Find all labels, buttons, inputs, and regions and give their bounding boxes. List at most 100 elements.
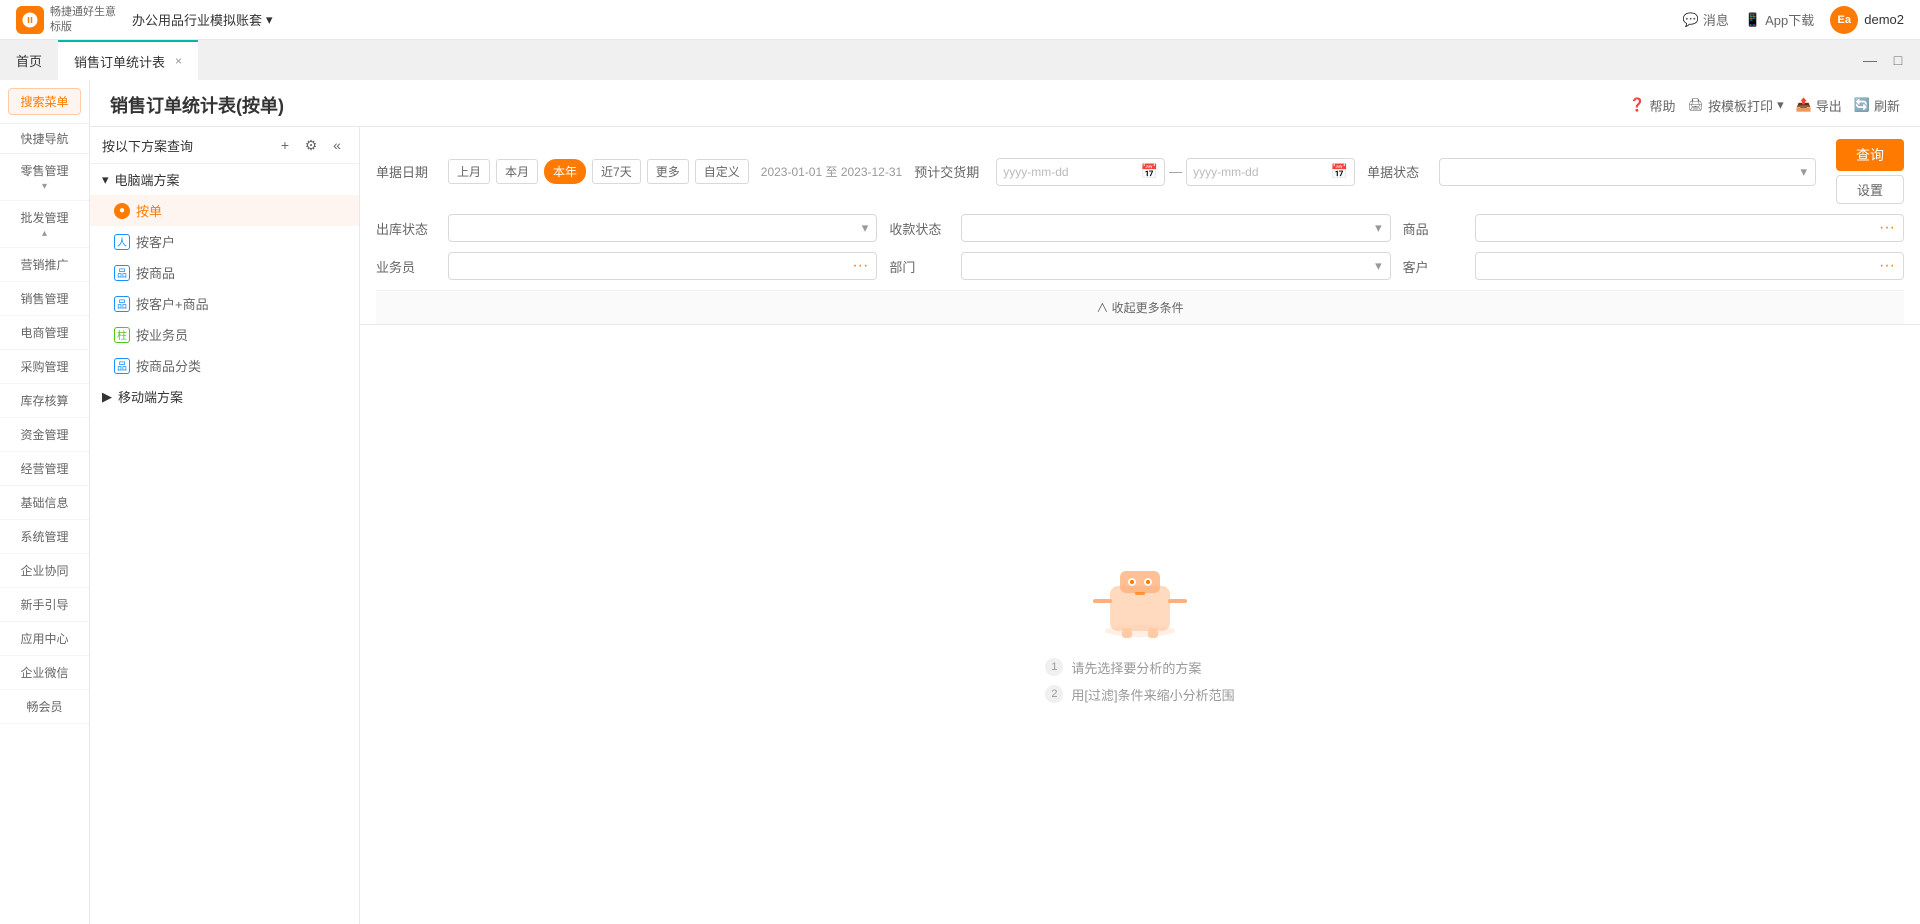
predicted-date-label: 预计交货期 bbox=[914, 162, 984, 181]
sidebar-item-newbie[interactable]: 新手引导 bbox=[0, 588, 89, 622]
download-icon: 📱 bbox=[1745, 12, 1761, 28]
predicted-date-start[interactable]: yyyy-mm-dd 📅 bbox=[996, 158, 1165, 186]
scheme-item-by-goods[interactable]: 品 按商品 bbox=[90, 257, 359, 288]
scheme-panel-title: 按以下方案查询 bbox=[102, 136, 193, 155]
status-select[interactable]: ▾ bbox=[1439, 158, 1816, 186]
filter-layout: 按以下方案查询 + ⚙ « ▾ 电脑端方案 ● 按单 bbox=[90, 127, 1920, 924]
salesman-input[interactable]: ··· bbox=[448, 252, 877, 280]
date-btn-7days[interactable]: 近7天 bbox=[592, 159, 641, 184]
settings-button[interactable]: 设置 bbox=[1836, 175, 1904, 204]
scheme-icon-goods: 品 bbox=[114, 265, 130, 281]
scheme-item-by-goods-category[interactable]: 品 按商品分类 bbox=[90, 350, 359, 381]
date-btn-custom[interactable]: 自定义 bbox=[695, 159, 749, 184]
print-button[interactable]: 🖨 按模板打印 ▾ bbox=[1688, 96, 1784, 115]
logo-icon bbox=[16, 6, 44, 34]
delivery-label: 出库状态 bbox=[376, 219, 436, 238]
delivery-select[interactable]: ▾ bbox=[448, 214, 877, 242]
scheme-add-button[interactable]: + bbox=[275, 135, 295, 155]
customer-more-icon[interactable]: ··· bbox=[1879, 257, 1895, 275]
avatar: Ea bbox=[1830, 6, 1858, 34]
tab-home[interactable]: 首页 bbox=[0, 40, 58, 80]
scheme-item-by-salesman[interactable]: 柱 按业务员 bbox=[90, 319, 359, 350]
predicted-date-group: yyyy-mm-dd 📅 — yyyy-mm-dd 📅 bbox=[996, 158, 1355, 186]
sidebar-item-member[interactable]: 畅会员 bbox=[0, 690, 89, 724]
tab-minimize-button[interactable]: — bbox=[1860, 50, 1880, 70]
filter-row-3: 业务员 ··· 部门 ▾ 客户 ··· bbox=[376, 252, 1904, 280]
sidebar-item-basic-info[interactable]: 基础信息 bbox=[0, 486, 89, 520]
more-icon[interactable]: ··· bbox=[1879, 219, 1895, 237]
date-btn-more[interactable]: 更多 bbox=[647, 159, 689, 184]
scheme-collapse-button[interactable]: « bbox=[327, 135, 347, 155]
scheme-category-mobile-title[interactable]: ▶ 移动端方案 bbox=[90, 381, 359, 412]
date-btn-this-month[interactable]: 本月 bbox=[496, 159, 538, 184]
scheme-settings-button[interactable]: ⚙ bbox=[301, 135, 321, 155]
scheme-category-pc-title[interactable]: ▾ 电脑端方案 bbox=[90, 164, 359, 195]
sidebar-item-wechat[interactable]: 企业微信 bbox=[0, 656, 89, 690]
export-icon: 📤 bbox=[1796, 97, 1812, 113]
search-menu-button[interactable]: 搜索菜单 bbox=[8, 88, 81, 115]
tab-maximize-button[interactable]: □ bbox=[1888, 50, 1908, 70]
sidebar-item-finance[interactable]: 资金管理 bbox=[0, 418, 89, 452]
date-btn-this-year[interactable]: 本年 bbox=[544, 159, 586, 184]
search-button[interactable]: 查询 bbox=[1836, 139, 1904, 171]
tab-close-icon[interactable]: × bbox=[175, 54, 182, 68]
scheme-item-by-customer[interactable]: 人 按客户 bbox=[90, 226, 359, 257]
empty-tip-2: 2 用[过滤]条件来缩小分析范围 bbox=[1045, 685, 1234, 704]
user-profile[interactable]: Ea demo2 bbox=[1830, 6, 1904, 34]
logo-text: 畅捷通好生意 标版 bbox=[50, 5, 116, 34]
chevron-down-icon: ▾ bbox=[42, 181, 47, 192]
export-button[interactable]: 📤 导出 bbox=[1796, 96, 1842, 115]
logo-area: 畅捷通好生意 标版 bbox=[16, 5, 116, 34]
sidebar-item-wholesale[interactable]: 批发管理 ▴ bbox=[0, 201, 89, 248]
sidebar-item-app-center[interactable]: 应用中心 bbox=[0, 622, 89, 656]
predicted-date-end[interactable]: yyyy-mm-dd 📅 bbox=[1186, 158, 1355, 186]
message-button[interactable]: 💬 消息 bbox=[1683, 10, 1729, 29]
sidebar-search-area: 搜索菜单 bbox=[0, 80, 89, 124]
scheme-panel-actions: + ⚙ « bbox=[275, 135, 347, 155]
account-dropdown[interactable]: 办公用品行业模拟账套 ▾ bbox=[124, 6, 281, 33]
scheme-icon-salesman: 柱 bbox=[114, 327, 130, 343]
collapse-button[interactable]: ∧ 收起更多条件 bbox=[376, 290, 1904, 324]
empty-tip-1: 1 请先选择要分析的方案 bbox=[1045, 658, 1234, 677]
sidebar-item-purchase[interactable]: 采购管理 bbox=[0, 350, 89, 384]
scheme-panel: 按以下方案查询 + ⚙ « ▾ 电脑端方案 ● 按单 bbox=[90, 127, 360, 924]
sidebar-item-ecommerce[interactable]: 电商管理 bbox=[0, 316, 89, 350]
salesman-more-icon[interactable]: ··· bbox=[852, 257, 868, 275]
scheme-panel-header: 按以下方案查询 + ⚙ « bbox=[90, 127, 359, 164]
sidebar-item-cooperation[interactable]: 企业协同 bbox=[0, 554, 89, 588]
chevron-down-icon: ▾ bbox=[1777, 97, 1784, 113]
help-icon: ❓ bbox=[1629, 97, 1645, 113]
sidebar-item-operations[interactable]: 经营管理 bbox=[0, 452, 89, 486]
calendar-icon: 📅 bbox=[1141, 163, 1158, 180]
sidebar-item-marketing[interactable]: 营销推广 bbox=[0, 248, 89, 282]
date-label: 单据日期 bbox=[376, 162, 436, 181]
filter-area: 单据日期 上月 本月 本年 近7天 更多 自定义 2023-01-01 至 20… bbox=[360, 127, 1920, 325]
tab-bar: 首页 销售订单统计表 × — □ bbox=[0, 40, 1920, 80]
payment-select[interactable]: ▾ bbox=[961, 214, 1390, 242]
scheme-item-by-order[interactable]: ● 按单 bbox=[90, 195, 359, 226]
tab-sales-order[interactable]: 销售订单统计表 × bbox=[58, 40, 198, 80]
scheme-item-by-customer-goods[interactable]: 品 按客户+商品 bbox=[90, 288, 359, 319]
app-download-button[interactable]: 📱 App下载 bbox=[1745, 10, 1814, 29]
chevron-up-icon: ▴ bbox=[42, 228, 47, 239]
help-button[interactable]: ❓ 帮助 bbox=[1629, 96, 1675, 115]
page-title: 销售订单统计表(按单) bbox=[110, 92, 284, 118]
content-area: 销售订单统计表(按单) ❓ 帮助 🖨 按模板打印 ▾ 📤 导出 🔄 刷新 bbox=[90, 80, 1920, 924]
page-header-actions: ❓ 帮助 🖨 按模板打印 ▾ 📤 导出 🔄 刷新 bbox=[1629, 96, 1900, 115]
refresh-button[interactable]: 🔄 刷新 bbox=[1854, 96, 1900, 115]
customer-input[interactable]: ··· bbox=[1475, 252, 1904, 280]
dept-select[interactable]: ▾ bbox=[961, 252, 1390, 280]
date-btn-last-month[interactable]: 上月 bbox=[448, 159, 490, 184]
chevron-down-icon: ▾ bbox=[1800, 164, 1807, 180]
goods-input[interactable]: ··· bbox=[1475, 214, 1904, 242]
status-label: 单据状态 bbox=[1367, 162, 1427, 181]
sidebar-item-quick-nav[interactable]: 快捷导航 bbox=[0, 124, 89, 154]
sidebar-item-sales[interactable]: 销售管理 bbox=[0, 282, 89, 316]
sidebar-item-system[interactable]: 系统管理 bbox=[0, 520, 89, 554]
chevron-down-icon: ▾ bbox=[1375, 258, 1382, 274]
action-buttons: 查询 设置 bbox=[1836, 139, 1904, 204]
right-panel: 单据日期 上月 本月 本年 近7天 更多 自定义 2023-01-01 至 20… bbox=[360, 127, 1920, 924]
sidebar-item-retail[interactable]: 零售管理 ▾ bbox=[0, 154, 89, 201]
sidebar-item-inventory[interactable]: 库存核算 bbox=[0, 384, 89, 418]
sidebar: 搜索菜单 快捷导航 零售管理 ▾ 批发管理 ▴ 营销推广 销售管理 电商管理 采… bbox=[0, 80, 90, 924]
